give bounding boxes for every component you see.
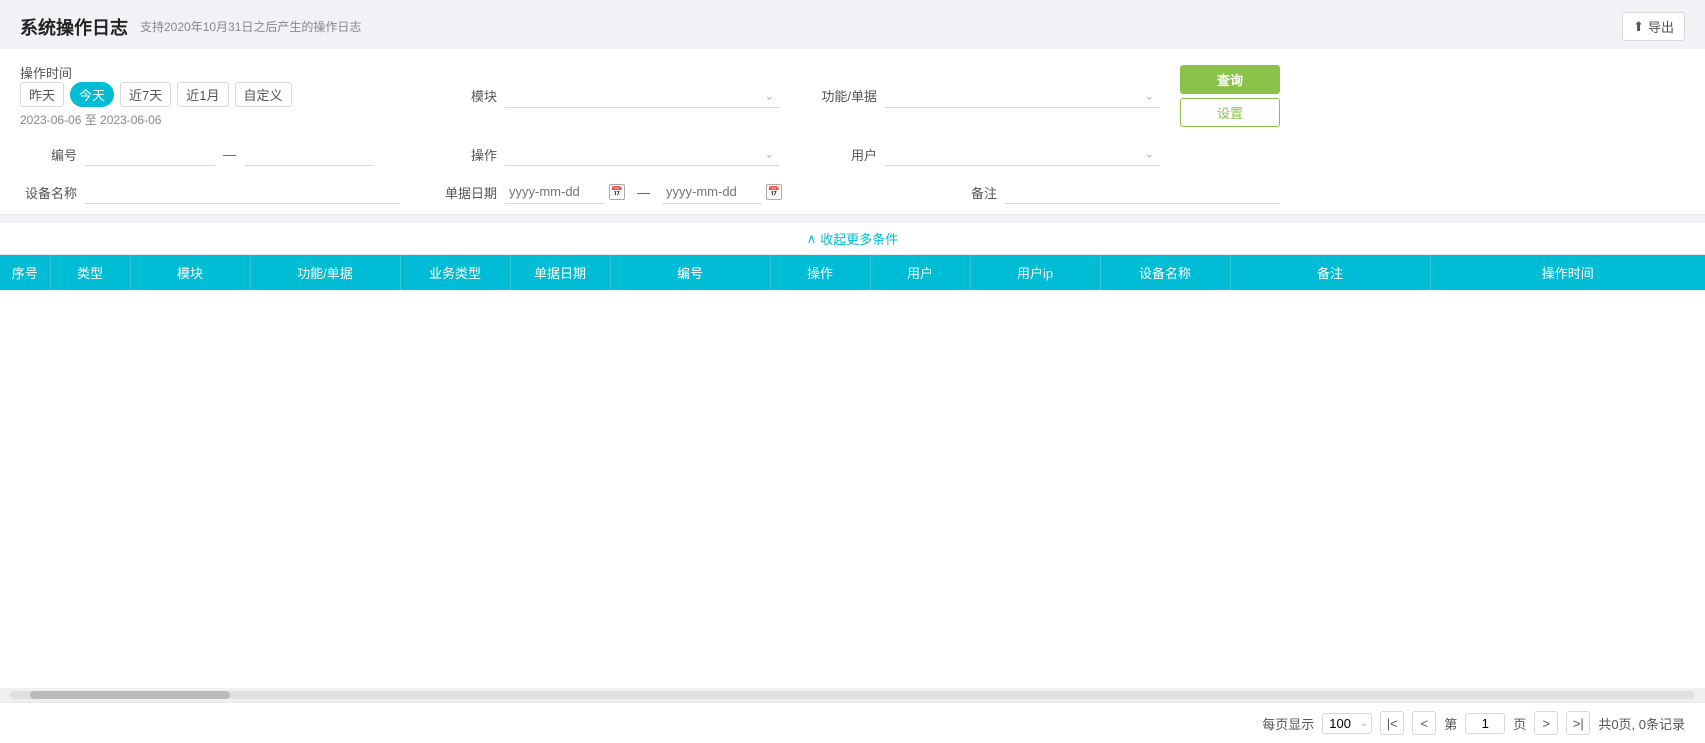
time-btn-today[interactable]: 今天 — [70, 82, 114, 107]
pagination-bar: 每页显示 10 20 50 100 200 ⌄ |< < 第 页 > >| 共0… — [0, 702, 1705, 743]
filter-row-2: 编号 — 操作 ⌄ 用户 — [20, 142, 1685, 166]
device-filter-section: 设备名称 — [20, 180, 400, 204]
docdate-input-wrap: 📅 — 📅 — [505, 180, 782, 204]
export-button[interactable]: ⬆ 导出 — [1622, 12, 1685, 41]
module-filter-section: 模块 ⌄ — [400, 84, 780, 108]
time-filter-section: 操作时间 昨天 今天 近7天 近1月 自定义 2023-06-06 至 2023… — [20, 63, 400, 128]
docdate-start-input[interactable] — [505, 180, 605, 204]
col-biz-type: 业务类型 — [400, 255, 510, 290]
collapse-chevron-icon: ∧ — [807, 231, 817, 247]
page-last-button[interactable]: >| — [1566, 711, 1590, 735]
user-label: 用户 — [820, 145, 885, 164]
filter-panel: 操作时间 昨天 今天 近7天 近1月 自定义 2023-06-06 至 2023… — [0, 49, 1705, 215]
func-select[interactable] — [885, 84, 1160, 108]
per-page-label: 每页显示 — [1262, 714, 1314, 733]
remark-input[interactable] — [1005, 180, 1280, 204]
per-page-select[interactable]: 10 20 50 100 200 — [1322, 713, 1372, 734]
page-subtitle: 支持2020年10月31日之后产生的操作日志 — [140, 18, 361, 35]
export-label: 导出 — [1648, 17, 1674, 36]
col-index: 序号 — [0, 255, 50, 290]
time-btn-1month[interactable]: 近1月 — [177, 82, 228, 107]
action-buttons: 查询 设置 — [1160, 65, 1280, 127]
data-table: 序号 类型 模块 功能/单据 业务类型 单据日期 编号 操作 用户 用户ip 设… — [0, 255, 1705, 290]
num-dash: — — [215, 147, 244, 162]
time-buttons: 昨天 今天 近7天 近1月 自定义 — [20, 82, 400, 107]
col-remark: 备注 — [1230, 255, 1430, 290]
table-header-row: 序号 类型 模块 功能/单据 业务类型 单据日期 编号 操作 用户 用户ip 设… — [0, 255, 1705, 290]
device-input[interactable] — [85, 180, 400, 204]
op-select[interactable] — [505, 142, 780, 166]
module-select-wrap: ⌄ — [505, 84, 780, 108]
collapse-button[interactable]: ∧ 收起更多条件 — [807, 229, 899, 248]
page-title: 系统操作日志 — [20, 14, 128, 40]
num-input-end[interactable] — [244, 142, 374, 166]
horizontal-scrollbar[interactable] — [0, 688, 1705, 702]
func-label: 功能/单据 — [820, 86, 885, 105]
calendar-start-icon[interactable]: 📅 — [609, 184, 625, 200]
time-range-text: 2023-06-06 至 2023-06-06 — [20, 111, 400, 128]
num-filter-section: 编号 — — [20, 142, 400, 166]
docdate-label: 单据日期 — [440, 183, 505, 202]
collapse-label: 收起更多条件 — [820, 229, 898, 248]
user-select[interactable] — [885, 142, 1160, 166]
scrollbar-thumb[interactable] — [30, 691, 230, 699]
col-device: 设备名称 — [1100, 255, 1230, 290]
calendar-end-icon[interactable]: 📅 — [766, 184, 782, 200]
page-next-button[interactable]: > — [1534, 711, 1558, 735]
func-filter-section: 功能/单据 ⌄ — [780, 84, 1160, 108]
func-select-wrap: ⌄ — [885, 84, 1160, 108]
query-button[interactable]: 查询 — [1180, 65, 1280, 94]
col-num: 编号 — [610, 255, 770, 290]
col-user: 用户 — [870, 255, 970, 290]
docdate-filter-section: 单据日期 📅 — 📅 — [400, 180, 900, 204]
filter-row-1: 操作时间 昨天 今天 近7天 近1月 自定义 2023-06-06 至 2023… — [20, 63, 1685, 128]
time-filter-group: 昨天 今天 近7天 近1月 自定义 2023-06-06 至 2023-06-0… — [20, 82, 400, 128]
op-select-wrap: ⌄ — [505, 142, 780, 166]
page-container: 系统操作日志 支持2020年10月31日之后产生的操作日志 ⬆ 导出 操作时间 … — [0, 0, 1705, 743]
page-header-left: 系统操作日志 支持2020年10月31日之后产生的操作日志 — [20, 14, 361, 40]
page-number-input[interactable] — [1465, 713, 1505, 734]
page-first-button[interactable]: |< — [1380, 711, 1404, 735]
docdate-dash: — — [629, 185, 658, 200]
per-page-select-wrap: 10 20 50 100 200 ⌄ — [1322, 713, 1372, 734]
num-input-start[interactable] — [85, 142, 215, 166]
remark-filter-section: 备注 — [900, 180, 1280, 204]
docdate-end-input[interactable] — [662, 180, 762, 204]
total-info: 共0页, 0条记录 — [1598, 714, 1685, 733]
export-icon: ⬆ — [1633, 19, 1644, 35]
collapse-bar: ∧ 收起更多条件 — [0, 223, 1705, 255]
time-label: 操作时间 — [20, 66, 80, 81]
time-btn-7days[interactable]: 近7天 — [120, 82, 171, 107]
module-label: 模块 — [440, 86, 505, 105]
time-btn-yesterday[interactable]: 昨天 — [20, 82, 64, 107]
scrollbar-track — [10, 691, 1695, 699]
page-suffix: 页 — [1513, 714, 1526, 733]
settings-button[interactable]: 设置 — [1180, 98, 1280, 127]
col-op: 操作 — [770, 255, 870, 290]
col-type: 类型 — [50, 255, 130, 290]
module-select[interactable] — [505, 84, 780, 108]
col-module: 模块 — [130, 255, 250, 290]
user-filter-section: 用户 ⌄ — [780, 142, 1160, 166]
num-label: 编号 — [20, 145, 85, 164]
col-docdate: 单据日期 — [510, 255, 610, 290]
page-label: 第 — [1444, 714, 1457, 733]
op-filter-section: 操作 ⌄ — [400, 142, 780, 166]
page-header: 系统操作日志 支持2020年10月31日之后产生的操作日志 ⬆ 导出 — [0, 0, 1705, 49]
user-select-wrap: ⌄ — [885, 142, 1160, 166]
device-label: 设备名称 — [20, 183, 85, 202]
op-label: 操作 — [440, 145, 505, 164]
col-user-ip: 用户ip — [970, 255, 1100, 290]
filter-row-3: 设备名称 单据日期 📅 — 📅 备注 — [20, 180, 1685, 204]
remark-label: 备注 — [940, 183, 1005, 202]
num-input-pair: — — [85, 142, 400, 166]
table-wrap: 序号 类型 模块 功能/单据 业务类型 单据日期 编号 操作 用户 用户ip 设… — [0, 255, 1705, 688]
col-op-time: 操作时间 — [1430, 255, 1705, 290]
page-prev-button[interactable]: < — [1412, 711, 1436, 735]
col-func: 功能/单据 — [250, 255, 400, 290]
time-btn-custom[interactable]: 自定义 — [235, 82, 292, 107]
